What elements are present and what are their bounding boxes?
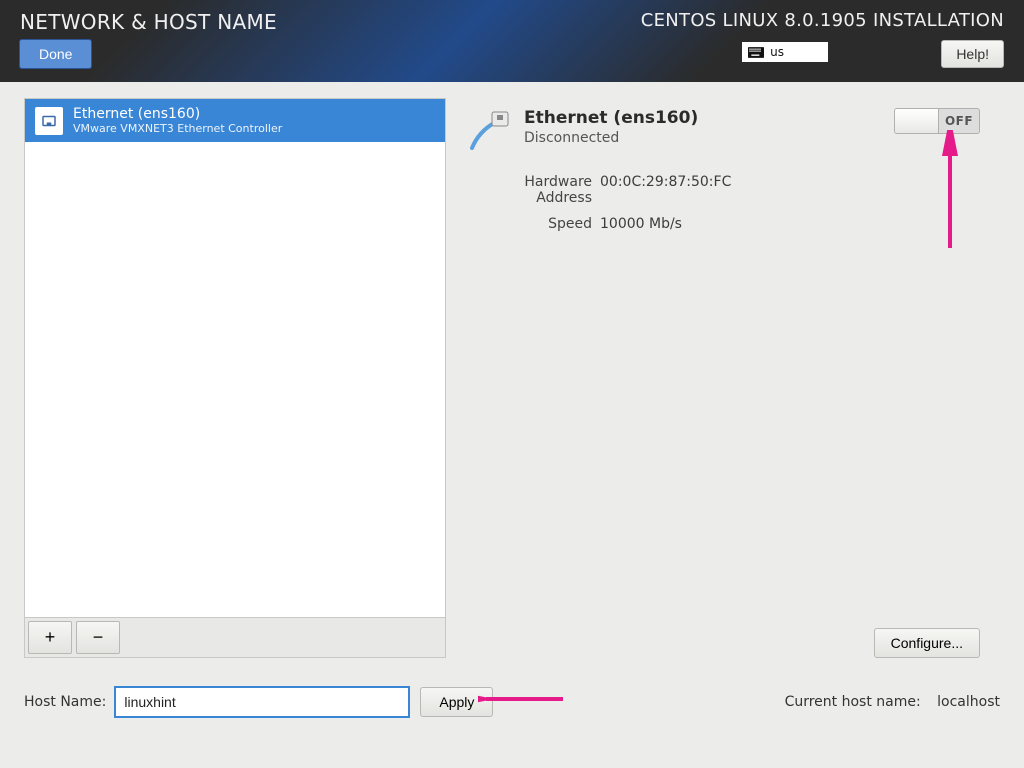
toggle-knob [895, 109, 939, 133]
hw-address-label: Hardware Address [466, 174, 592, 206]
apply-button[interactable]: Apply [420, 687, 493, 717]
toggle-label: OFF [939, 109, 979, 133]
interface-info: Hardware Address 00:0C:29:87:50:FC Speed… [466, 174, 1000, 232]
interface-toggle[interactable]: OFF [894, 108, 980, 134]
interface-details: Ethernet (ens160) Disconnected OFF Hardw… [466, 98, 1000, 658]
done-button[interactable]: Done [20, 40, 91, 68]
speed-label: Speed [466, 216, 592, 232]
interface-item-name: Ethernet (ens160) [73, 106, 282, 122]
keyboard-layout-label: us [770, 45, 784, 59]
interface-title: Ethernet (ens160) [524, 108, 698, 128]
interface-list-panel: Ethernet (ens160) VMware VMXNET3 Etherne… [24, 98, 446, 658]
ethernet-cable-icon [466, 108, 514, 156]
current-hostname-label: Current host name: [785, 694, 921, 710]
remove-interface-button[interactable]: − [76, 621, 120, 654]
speed-value: 10000 Mb/s [600, 216, 1000, 232]
configure-button[interactable]: Configure... [874, 628, 980, 658]
hw-address-value: 00:0C:29:87:50:FC [600, 174, 1000, 206]
add-interface-button[interactable]: + [28, 621, 72, 654]
keyboard-icon [748, 47, 764, 58]
top-bar: NETWORK & HOST NAME CENTOS LINUX 8.0.190… [0, 0, 1024, 82]
installer-title: CENTOS LINUX 8.0.1905 INSTALLATION [641, 10, 1004, 31]
interface-status: Disconnected [524, 130, 698, 146]
keyboard-indicator[interactable]: us [742, 42, 828, 62]
current-hostname-value: localhost [937, 694, 1000, 710]
list-toolbar: + − [25, 617, 445, 657]
interface-list-item[interactable]: Ethernet (ens160) VMware VMXNET3 Etherne… [25, 99, 445, 142]
hostname-label: Host Name: [24, 694, 106, 710]
interface-item-device: VMware VMXNET3 Ethernet Controller [73, 122, 282, 135]
interface-list[interactable]: Ethernet (ens160) VMware VMXNET3 Etherne… [25, 99, 445, 617]
ethernet-icon [35, 107, 63, 135]
hostname-input[interactable] [114, 686, 410, 718]
help-button[interactable]: Help! [941, 40, 1004, 68]
hostname-bar: Host Name: Apply Current host name: loca… [0, 674, 1024, 718]
content-area: Ethernet (ens160) VMware VMXNET3 Etherne… [0, 82, 1024, 674]
